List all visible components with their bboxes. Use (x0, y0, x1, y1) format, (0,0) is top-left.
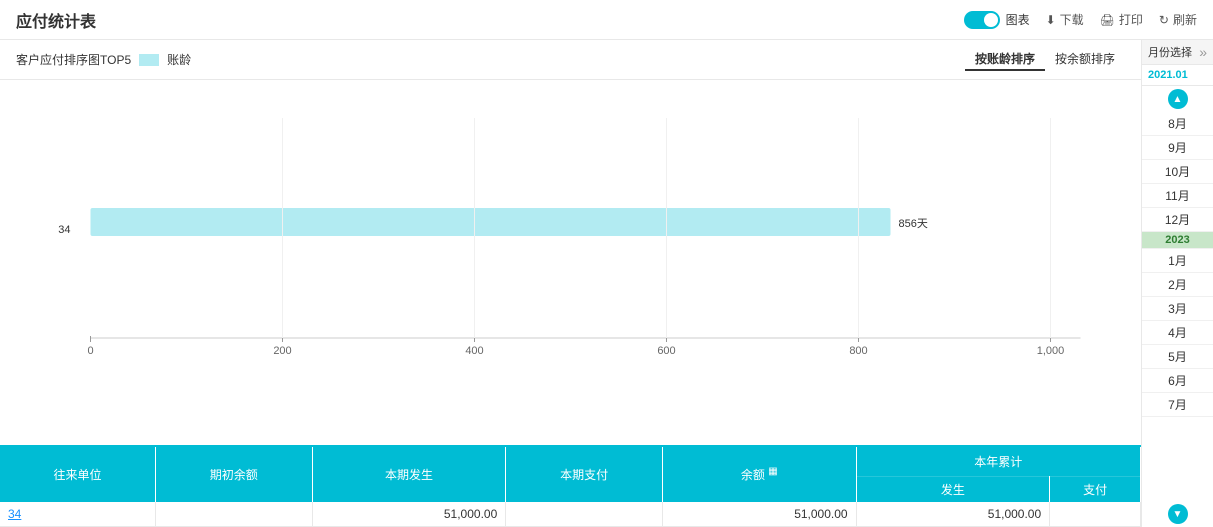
col-ytd-occur: 发生 (856, 477, 1050, 503)
month-item-mar[interactable]: 3月 (1142, 297, 1213, 321)
svg-text:200: 200 (273, 345, 291, 357)
sidebar-header: 月份选择 » (1142, 40, 1213, 65)
page-title: 应付统计表 (16, 8, 96, 32)
month-list: 8月 9月 10月 11月 12月 2023 1月 2月 3月 4月 5月 6月… (1142, 112, 1213, 501)
current-occur-cell: 51,000.00 (312, 502, 506, 527)
refresh-button[interactable]: ↻ 刷新 (1159, 11, 1197, 28)
col-opening: 期初余额 (155, 447, 312, 502)
legend-color-label: 账龄 (167, 51, 191, 68)
chart-tabs: 按账龄排序 按余额排序 (965, 48, 1125, 71)
month-item-sep[interactable]: 9月 (1142, 136, 1213, 160)
month-item-jan[interactable]: 1月 (1142, 249, 1213, 273)
tab-by-amount[interactable]: 按余额排序 (1045, 48, 1125, 71)
table-row: 34 51,000.00 51,000.00 51,000.00 (0, 502, 1141, 527)
month-item-may[interactable]: 5月 (1142, 345, 1213, 369)
month-item-jun[interactable]: 6月 (1142, 369, 1213, 393)
legend-color-box (139, 54, 159, 66)
current-pay-cell (506, 502, 663, 527)
header-actions: 图表 ⬇ 下载 🖨 打印 ↻ 刷新 (964, 11, 1197, 29)
month-item-oct[interactable]: 10月 (1142, 160, 1213, 184)
col-current-pay: 本期支付 (506, 447, 663, 502)
refresh-icon: ↻ (1159, 13, 1169, 27)
sidebar-title: 月份选择 (1148, 44, 1192, 60)
refresh-label: 刷新 (1173, 11, 1197, 28)
print-icon: 🖨 (1100, 13, 1115, 27)
svg-text:800: 800 (849, 345, 867, 357)
sidebar-current-date: 2021.01 (1142, 65, 1213, 86)
year-marker-2023: 2023 (1142, 232, 1213, 249)
col-balance: 余额 ▦ (663, 447, 857, 502)
unit-cell[interactable]: 34 (0, 502, 155, 527)
svg-text:400: 400 (465, 345, 483, 357)
month-item-apr[interactable]: 4月 (1142, 321, 1213, 345)
svg-text:856天: 856天 (899, 218, 928, 230)
chart-header: 客户应付排序图TOP5 账龄 按账龄排序 按余额排序 (0, 40, 1141, 80)
nav-down-button[interactable]: ▼ (1168, 504, 1188, 524)
nav-up-wrap[interactable]: ▲ (1142, 86, 1213, 112)
col-unit: 往来单位 (0, 447, 155, 502)
toggle-label: 图表 (1006, 11, 1030, 28)
table-section: 往来单位 期初余额 本期发生 本期支付 余额 ▦ 本年累计 (0, 445, 1141, 527)
balance-cell: 51,000.00 (663, 502, 857, 527)
month-item-jul[interactable]: 7月 (1142, 393, 1213, 417)
svg-text:0: 0 (87, 345, 93, 357)
svg-text:34: 34 (58, 224, 70, 236)
nav-up-button[interactable]: ▲ (1168, 89, 1188, 109)
table-wrap: 往来单位 期初余额 本期发生 本期支付 余额 ▦ 本年累计 (0, 447, 1141, 527)
col-ytd-pay: 支付 (1050, 477, 1141, 503)
col-ytd: 本年累计 (856, 447, 1140, 477)
chart-toggle[interactable] (964, 11, 1000, 29)
month-item-aug[interactable]: 8月 (1142, 112, 1213, 136)
ytd-pay-cell (1050, 502, 1141, 527)
month-sidebar: 月份选择 » 2021.01 ▲ 8月 9月 10月 11月 12月 2023 … (1141, 40, 1213, 527)
download-label: 下载 (1060, 11, 1084, 28)
col-current-occur: 本期发生 (312, 447, 506, 502)
month-item-feb[interactable]: 2月 (1142, 273, 1213, 297)
ytd-occur-cell: 51,000.00 (856, 502, 1050, 527)
expand-icon[interactable]: » (1199, 44, 1207, 60)
svg-text:1,000: 1,000 (1037, 345, 1065, 357)
chart-legend: 客户应付排序图TOP5 账龄 (16, 51, 191, 68)
download-button[interactable]: ⬇ 下载 (1046, 11, 1084, 28)
summary-table: 往来单位 期初余额 本期发生 本期支付 余额 ▦ 本年累计 (0, 447, 1141, 527)
tab-by-balance[interactable]: 按账龄排序 (965, 48, 1045, 71)
chart-svg: 34 856天 0 200 400 600 (16, 88, 1125, 368)
legend-text: 客户应付排序图TOP5 (16, 51, 131, 68)
chart-area: 34 856天 0 200 400 600 (0, 80, 1141, 445)
month-item-dec[interactable]: 12月 (1142, 208, 1213, 232)
print-button[interactable]: 🖨 打印 (1100, 11, 1143, 28)
print-label: 打印 (1119, 11, 1143, 28)
download-icon: ⬇ (1046, 13, 1056, 27)
svg-text:600: 600 (657, 345, 675, 357)
month-item-nov[interactable]: 11月 (1142, 184, 1213, 208)
nav-down-wrap[interactable]: ▼ (1142, 501, 1213, 527)
opening-cell (155, 502, 312, 527)
chart-toggle-wrap[interactable]: 图表 (964, 11, 1030, 29)
